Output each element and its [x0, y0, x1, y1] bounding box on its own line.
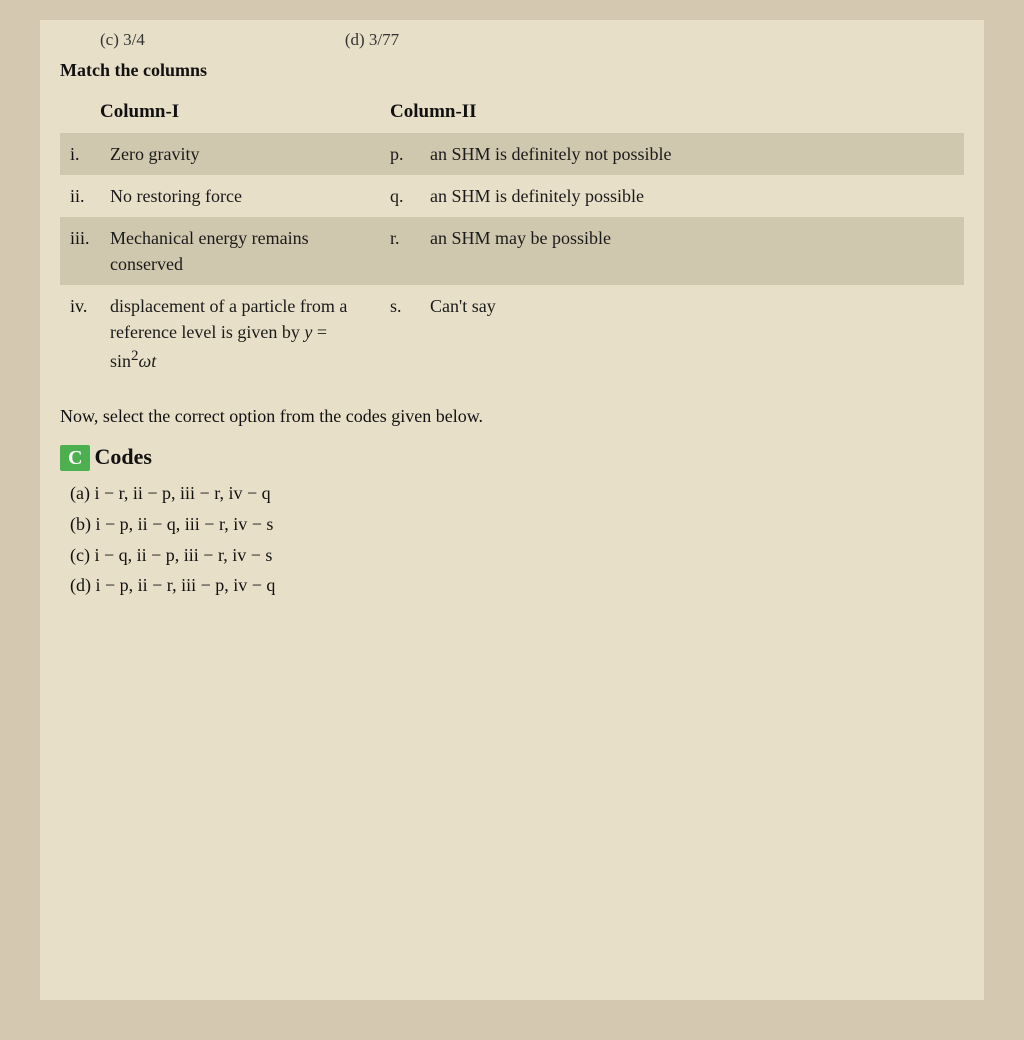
prev-d: (d) 3/77 — [345, 30, 399, 50]
option-item[interactable]: (c) i − q, ii − p, iii − r, iv − s — [70, 540, 964, 571]
row-num: iv. — [60, 285, 100, 381]
col2-letter: s. — [380, 285, 420, 381]
codes-heading: CCodes — [60, 444, 964, 470]
section-title: Match the columns — [60, 60, 964, 81]
instruction: Now, select the correct option from the … — [60, 402, 964, 431]
table-row: iii.Mechanical energy remains conservedr… — [60, 217, 964, 285]
option-item[interactable]: (d) i − p, ii − r, iii − p, iv − q — [70, 570, 964, 601]
option-item[interactable]: (a) i − r, ii − p, iii − r, iv − q — [70, 478, 964, 509]
col1-text: displacement of a particle from a refere… — [100, 285, 380, 381]
prev-c: (c) 3/4 — [100, 30, 145, 50]
table-row: i.Zero gravityp.an SHM is definitely not… — [60, 133, 964, 175]
col1-text: Zero gravity — [100, 133, 380, 175]
match-table: Column-I Column-II i.Zero gravityp.an SH… — [60, 95, 964, 382]
col1-text: No restoring force — [100, 175, 380, 217]
col1-header: Column-I — [60, 95, 380, 133]
col2-header: Column-II — [380, 95, 964, 133]
options-list: (a) i − r, ii − p, iii − r, iv − q(b) i … — [60, 478, 964, 600]
col2-letter: q. — [380, 175, 420, 217]
table-row: iv.displacement of a particle from a ref… — [60, 285, 964, 381]
col1-text: Mechanical energy remains conserved — [100, 217, 380, 285]
col2-letter: r. — [380, 217, 420, 285]
option-item[interactable]: (b) i − p, ii − q, iii − r, iv − s — [70, 509, 964, 540]
row-num: i. — [60, 133, 100, 175]
col2-text: an SHM is definitely possible — [420, 175, 964, 217]
prev-answers: (c) 3/4 (d) 3/77 — [60, 30, 964, 50]
col2-letter: p. — [380, 133, 420, 175]
row-num: ii. — [60, 175, 100, 217]
table-row: ii.No restoring forceq.an SHM is definit… — [60, 175, 964, 217]
row-num: iii. — [60, 217, 100, 285]
col2-text: an SHM is definitely not possible — [420, 133, 964, 175]
col2-text: an SHM may be possible — [420, 217, 964, 285]
col2-text: Can't say — [420, 285, 964, 381]
